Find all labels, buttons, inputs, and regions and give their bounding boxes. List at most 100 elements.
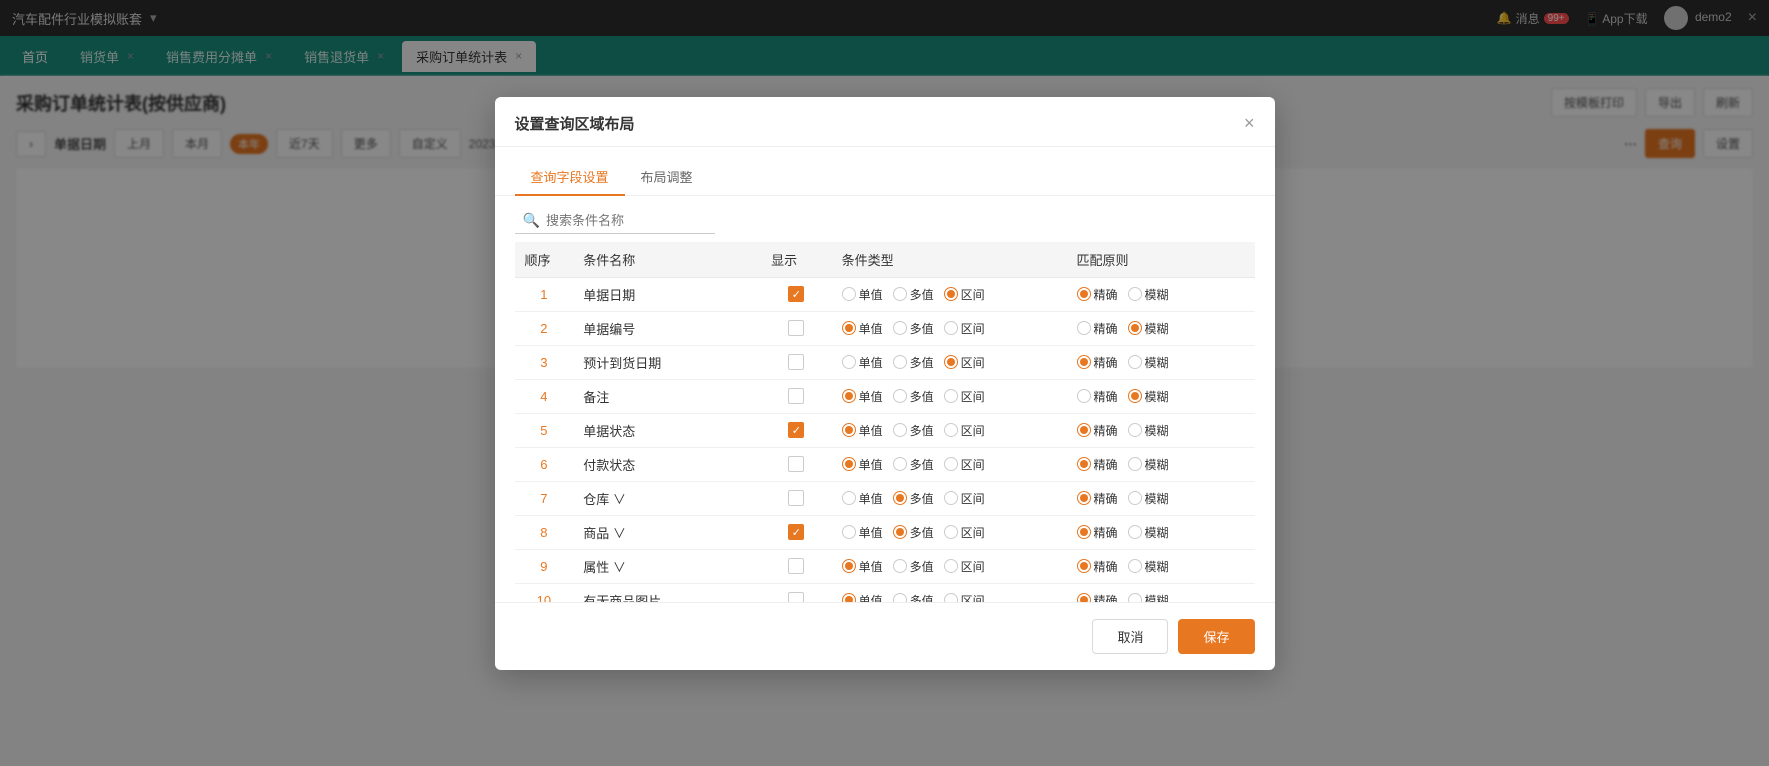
radio-circle [1077, 321, 1091, 335]
radio-circle [893, 559, 907, 573]
match-option-精确[interactable]: 精确 [1077, 388, 1118, 405]
radio-label: 精确 [1094, 490, 1118, 507]
match-option-精确[interactable]: 精确 [1077, 422, 1118, 439]
radio-circle [1077, 593, 1091, 602]
type-option-多值[interactable]: 多值 [893, 320, 934, 337]
radio-label: 精确 [1094, 320, 1118, 337]
type-option-多值[interactable]: 多值 [893, 354, 934, 371]
match-option-精确[interactable]: 精确 [1077, 320, 1118, 337]
match-option-模糊[interactable]: 模糊 [1128, 286, 1169, 303]
match-option-精确[interactable]: 精确 [1077, 524, 1118, 541]
type-option-单值[interactable]: 单值 [842, 354, 883, 371]
match-option-精确[interactable]: 精确 [1077, 490, 1118, 507]
type-option-多值[interactable]: 多值 [893, 456, 934, 473]
radio-label: 多值 [910, 388, 934, 405]
type-option-单值[interactable]: 单值 [842, 490, 883, 507]
table-row: 9属性 ∨单值多值区间精确模糊 [515, 549, 1255, 583]
match-radio-group: 精确 模糊 [1077, 490, 1245, 507]
type-option-区间[interactable]: 区间 [944, 422, 985, 439]
match-option-模糊[interactable]: 模糊 [1128, 490, 1169, 507]
cell-match: 精确模糊 [1067, 311, 1255, 345]
type-option-多值[interactable]: 多值 [893, 592, 934, 602]
type-option-单值[interactable]: 单值 [842, 422, 883, 439]
radio-circle [944, 559, 958, 573]
type-option-单值[interactable]: 单值 [842, 320, 883, 337]
type-option-区间[interactable]: 区间 [944, 320, 985, 337]
radio-circle [1077, 525, 1091, 539]
radio-circle [1128, 321, 1142, 335]
type-option-区间[interactable]: 区间 [944, 490, 985, 507]
type-option-区间[interactable]: 区间 [944, 524, 985, 541]
type-option-区间[interactable]: 区间 [944, 592, 985, 602]
display-checkbox[interactable] [788, 456, 804, 472]
radio-circle [1077, 491, 1091, 505]
type-option-多值[interactable]: 多值 [893, 490, 934, 507]
match-option-模糊[interactable]: 模糊 [1128, 320, 1169, 337]
radio-label: 单值 [859, 354, 883, 371]
display-checkbox[interactable] [788, 286, 804, 302]
cell-match: 精确模糊 [1067, 583, 1255, 602]
type-option-区间[interactable]: 区间 [944, 388, 985, 405]
type-option-多值[interactable]: 多值 [893, 558, 934, 575]
type-option-单值[interactable]: 单值 [842, 524, 883, 541]
save-button[interactable]: 保存 [1178, 619, 1254, 654]
cell-match: 精确模糊 [1067, 277, 1255, 311]
cancel-button[interactable]: 取消 [1092, 619, 1168, 654]
match-option-精确[interactable]: 精确 [1077, 354, 1118, 371]
match-option-模糊[interactable]: 模糊 [1128, 354, 1169, 371]
radio-label: 单值 [859, 592, 883, 602]
match-option-精确[interactable]: 精确 [1077, 286, 1118, 303]
type-option-区间[interactable]: 区间 [944, 354, 985, 371]
radio-circle [1077, 423, 1091, 437]
display-checkbox[interactable] [788, 490, 804, 506]
dialog-header: 设置查询区域布局 × [495, 97, 1275, 147]
display-checkbox[interactable] [788, 320, 804, 336]
type-option-多值[interactable]: 多值 [893, 422, 934, 439]
table-row: 3预计到货日期单值多值区间精确模糊 [515, 345, 1255, 379]
match-option-精确[interactable]: 精确 [1077, 558, 1118, 575]
type-option-区间[interactable]: 区间 [944, 286, 985, 303]
match-option-模糊[interactable]: 模糊 [1128, 388, 1169, 405]
radio-label: 单值 [859, 524, 883, 541]
radio-circle [944, 287, 958, 301]
display-checkbox[interactable] [788, 558, 804, 574]
match-option-模糊[interactable]: 模糊 [1128, 456, 1169, 473]
radio-label: 单值 [859, 286, 883, 303]
type-option-单值[interactable]: 单值 [842, 558, 883, 575]
match-option-精确[interactable]: 精确 [1077, 592, 1118, 602]
type-option-多值[interactable]: 多值 [893, 286, 934, 303]
type-option-单值[interactable]: 单值 [842, 286, 883, 303]
display-checkbox[interactable] [788, 422, 804, 438]
display-checkbox[interactable] [788, 354, 804, 370]
type-option-多值[interactable]: 多值 [893, 388, 934, 405]
display-checkbox[interactable] [788, 592, 804, 602]
table-row: 7仓库 ∨单值多值区间精确模糊 [515, 481, 1255, 515]
radio-circle [893, 457, 907, 471]
type-option-单值[interactable]: 单值 [842, 592, 883, 602]
radio-label: 模糊 [1145, 490, 1169, 507]
type-option-区间[interactable]: 区间 [944, 558, 985, 575]
display-checkbox[interactable] [788, 388, 804, 404]
radio-circle [944, 355, 958, 369]
dialog-close-button[interactable]: × [1244, 114, 1255, 132]
match-option-精确[interactable]: 精确 [1077, 456, 1118, 473]
radio-circle [842, 423, 856, 437]
match-option-模糊[interactable]: 模糊 [1128, 524, 1169, 541]
tab-layout[interactable]: 布局调整 [625, 159, 709, 196]
type-option-区间[interactable]: 区间 [944, 456, 985, 473]
match-radio-group: 精确模糊 [1077, 592, 1245, 602]
display-checkbox[interactable] [788, 524, 804, 540]
th-display: 显示 [761, 242, 831, 278]
tab-query-fields[interactable]: 查询字段设置 [515, 159, 625, 196]
type-option-单值[interactable]: 单值 [842, 456, 883, 473]
match-option-模糊[interactable]: 模糊 [1128, 558, 1169, 575]
match-option-模糊[interactable]: 模糊 [1128, 592, 1169, 602]
cell-match: 精确 模糊 [1067, 481, 1255, 515]
type-option-多值[interactable]: 多值 [893, 524, 934, 541]
cell-order: 7 [515, 481, 574, 515]
match-option-模糊[interactable]: 模糊 [1128, 422, 1169, 439]
cell-display [761, 379, 831, 413]
type-option-单值[interactable]: 单值 [842, 388, 883, 405]
search-input[interactable] [546, 213, 706, 228]
radio-circle [1128, 559, 1142, 573]
